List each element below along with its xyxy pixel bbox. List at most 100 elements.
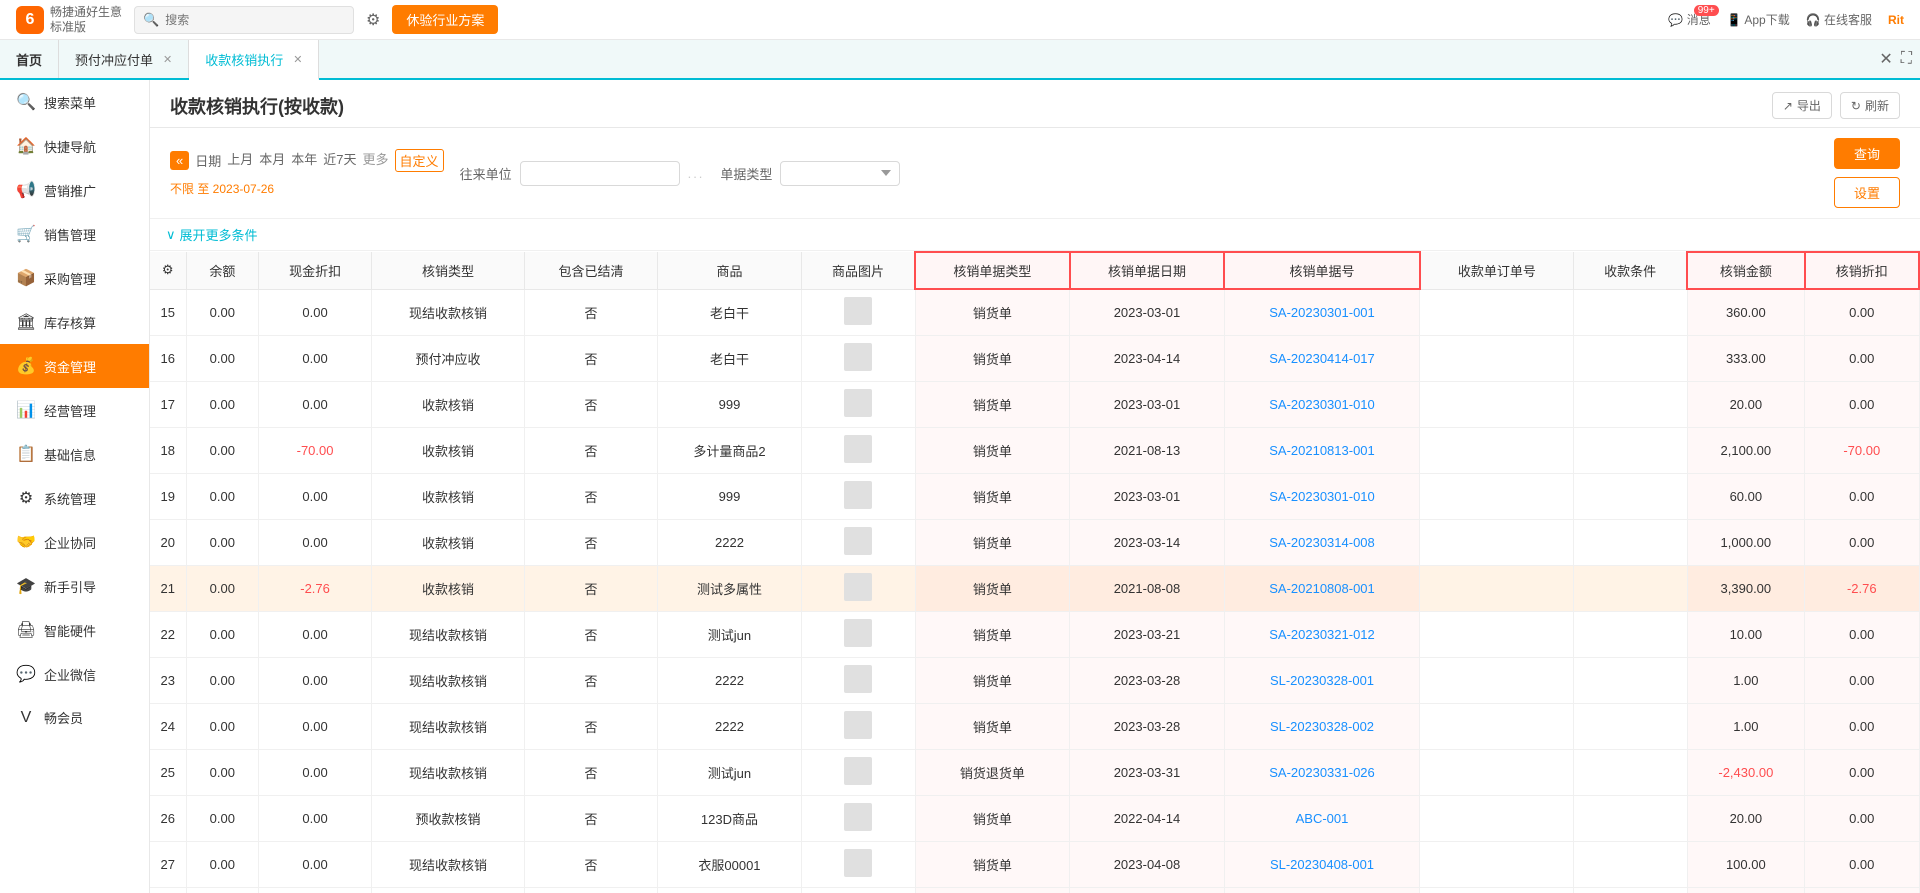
- cell-discount: 0.00: [1805, 381, 1919, 427]
- user-avatar[interactable]: Rit: [1888, 13, 1904, 27]
- refresh-button[interactable]: ↻ 刷新: [1840, 92, 1900, 119]
- online-service-link[interactable]: 🎧 在线客服: [1806, 11, 1872, 28]
- bill-no-link[interactable]: SL-20230328-001: [1270, 673, 1374, 688]
- sidebar-item-wechat[interactable]: 💬 企业微信: [0, 652, 149, 696]
- sidebar-item-member[interactable]: V 畅会员: [0, 696, 149, 739]
- cell-bill-no[interactable]: SA-20230301-010: [1224, 381, 1420, 427]
- bill-no-link[interactable]: SA-20210808-001: [1269, 581, 1375, 596]
- filter-settings-button[interactable]: 设置: [1834, 177, 1900, 208]
- sidebar-item-inventory[interactable]: 🏛 库存核算: [0, 300, 149, 344]
- bill-no-link[interactable]: SA-20230331-026: [1269, 765, 1375, 780]
- date-custom[interactable]: 自定义: [395, 149, 444, 172]
- cell-bill-no[interactable]: SA-20230414-017: [1224, 335, 1420, 381]
- collab-icon: 🤝: [16, 532, 36, 552]
- bill-no-link[interactable]: SA-20230301-010: [1269, 489, 1375, 504]
- table-row: 260.000.00预收款核销否123D商品销货单2022-04-14ABC-0…: [150, 795, 1919, 841]
- bill-no-link[interactable]: SL-20230328-002: [1270, 719, 1374, 734]
- cell-balance: 0.00: [186, 473, 259, 519]
- cell-product: 2222: [657, 703, 801, 749]
- bill-no-link[interactable]: SA-20230314-008: [1269, 535, 1375, 550]
- tab-prepay[interactable]: 预付冲应付单 ✕: [59, 40, 189, 78]
- tab-home[interactable]: 首页: [0, 40, 59, 78]
- bill-no-link[interactable]: SA-20230301-010: [1269, 397, 1375, 412]
- sidebar-item-search[interactable]: 🔍 搜索菜单: [0, 80, 149, 124]
- cell-product-img: [802, 565, 916, 611]
- top-search-bar[interactable]: 🔍: [134, 6, 354, 34]
- cell-product-img: [802, 749, 916, 795]
- date-7days[interactable]: 近7天: [323, 149, 356, 172]
- notification-bell[interactable]: 💬 消息 99+: [1668, 11, 1710, 28]
- search-input[interactable]: [165, 13, 345, 27]
- cell-order-no: [1420, 381, 1574, 427]
- bill-no-link[interactable]: SA-20230414-017: [1269, 351, 1375, 366]
- cell-bill-date: 2023-03-01: [1070, 473, 1225, 519]
- cell-id: 15: [150, 289, 186, 335]
- sidebar-item-business[interactable]: 📊 经营管理: [0, 388, 149, 432]
- cell-bill-date: 2023-03-01: [1070, 289, 1225, 335]
- window-maximize-btn[interactable]: ⛶: [1901, 50, 1912, 68]
- cell-bill-no[interactable]: SA-20230301-010: [1224, 473, 1420, 519]
- sidebar-item-purchase[interactable]: 📦 采购管理: [0, 256, 149, 300]
- cell-bill-type: 销货单: [915, 657, 1070, 703]
- export-button[interactable]: ↗ 导出: [1772, 92, 1832, 119]
- cell-bill-type: 销货单: [915, 289, 1070, 335]
- sidebar-item-sales[interactable]: 🛒 销售管理: [0, 212, 149, 256]
- cell-order-no: [1420, 795, 1574, 841]
- cell-bill-no[interactable]: SL-20230328-002: [1224, 703, 1420, 749]
- filter-collapse-btn[interactable]: «: [170, 151, 189, 170]
- cell-bill-no[interactable]: SA-20230331-026: [1224, 749, 1420, 795]
- bill-no-link[interactable]: ABC-001: [1296, 811, 1349, 826]
- col-writeoff-type: 核销类型: [371, 252, 524, 289]
- col-settings[interactable]: ⚙: [150, 252, 186, 289]
- sidebar-item-hardware[interactable]: 🖨 智能硬件: [0, 608, 149, 652]
- cell-id: 23: [150, 657, 186, 703]
- cell-bill-no[interactable]: SA-20230301-001: [1224, 289, 1420, 335]
- cell-writeoff-type: 现结收款核销: [371, 657, 524, 703]
- cell-bill-no[interactable]: SA-20210808-001: [1224, 565, 1420, 611]
- bill-type-select[interactable]: [780, 161, 900, 186]
- sidebar-item-system[interactable]: ⚙ 系统管理: [0, 476, 149, 520]
- export-icon: ↗: [1783, 99, 1793, 113]
- cell-writeoff-type: 现结收款核销: [371, 289, 524, 335]
- bill-no-link[interactable]: SA-20230301-001: [1269, 305, 1375, 320]
- cell-product-img: [802, 381, 916, 427]
- sidebar-item-quicknav[interactable]: 🏠 快捷导航: [0, 124, 149, 168]
- date-this-year[interactable]: 本年: [291, 149, 317, 172]
- bill-no-link[interactable]: SA-20230321-012: [1269, 627, 1375, 642]
- expand-more-bar[interactable]: ∨ 展开更多条件: [150, 219, 1920, 251]
- cell-bill-no[interactable]: SL-20230418-001: [1224, 887, 1420, 893]
- sidebar-item-finance[interactable]: 💰 资金管理: [0, 344, 149, 388]
- bill-no-link[interactable]: SA-20210813-001: [1269, 443, 1375, 458]
- cell-product: 2222: [657, 887, 801, 893]
- gear-icon[interactable]: ⚙: [366, 10, 380, 30]
- cell-order-no: [1420, 703, 1574, 749]
- cell-writeoff-type: 收款核销: [371, 565, 524, 611]
- window-close-btn[interactable]: ✕: [1879, 49, 1892, 69]
- query-button[interactable]: 查询: [1834, 138, 1900, 169]
- date-last-month[interactable]: 上月: [227, 149, 253, 172]
- tab-prepay-close[interactable]: ✕: [163, 53, 172, 66]
- cell-included: 否: [525, 289, 658, 335]
- cell-bill-no[interactable]: SA-20230314-008: [1224, 519, 1420, 565]
- cell-bill-no[interactable]: SA-20210813-001: [1224, 427, 1420, 473]
- bill-no-link[interactable]: SL-20230408-001: [1270, 857, 1374, 872]
- date-more[interactable]: 更多: [363, 149, 389, 172]
- sidebar-item-guide[interactable]: 🎓 新手引导: [0, 564, 149, 608]
- sidebar-item-basic[interactable]: 📋 基础信息: [0, 432, 149, 476]
- cell-discount: -2.76: [1805, 565, 1919, 611]
- app-download-link[interactable]: 📱 App下载: [1727, 11, 1790, 28]
- tab-writeoff-close[interactable]: ✕: [293, 53, 302, 66]
- cell-bill-no[interactable]: SL-20230408-001: [1224, 841, 1420, 887]
- sidebar-item-collab[interactable]: 🤝 企业协同: [0, 520, 149, 564]
- date-this-month[interactable]: 本月: [259, 149, 285, 172]
- tab-writeoff[interactable]: 收款核销执行 ✕: [189, 40, 319, 80]
- cell-bill-no[interactable]: SA-20230321-012: [1224, 611, 1420, 657]
- cell-bill-no[interactable]: ABC-001: [1224, 795, 1420, 841]
- partner-input[interactable]: [520, 161, 680, 186]
- cell-id: 24: [150, 703, 186, 749]
- industry-btn[interactable]: 休验行业方案: [392, 5, 498, 34]
- cell-bill-type: 销货单: [915, 795, 1070, 841]
- cell-bill-no[interactable]: SL-20230328-001: [1224, 657, 1420, 703]
- sidebar-item-marketing[interactable]: 📢 营销推广: [0, 168, 149, 212]
- col-included: 包含已结清: [525, 252, 658, 289]
